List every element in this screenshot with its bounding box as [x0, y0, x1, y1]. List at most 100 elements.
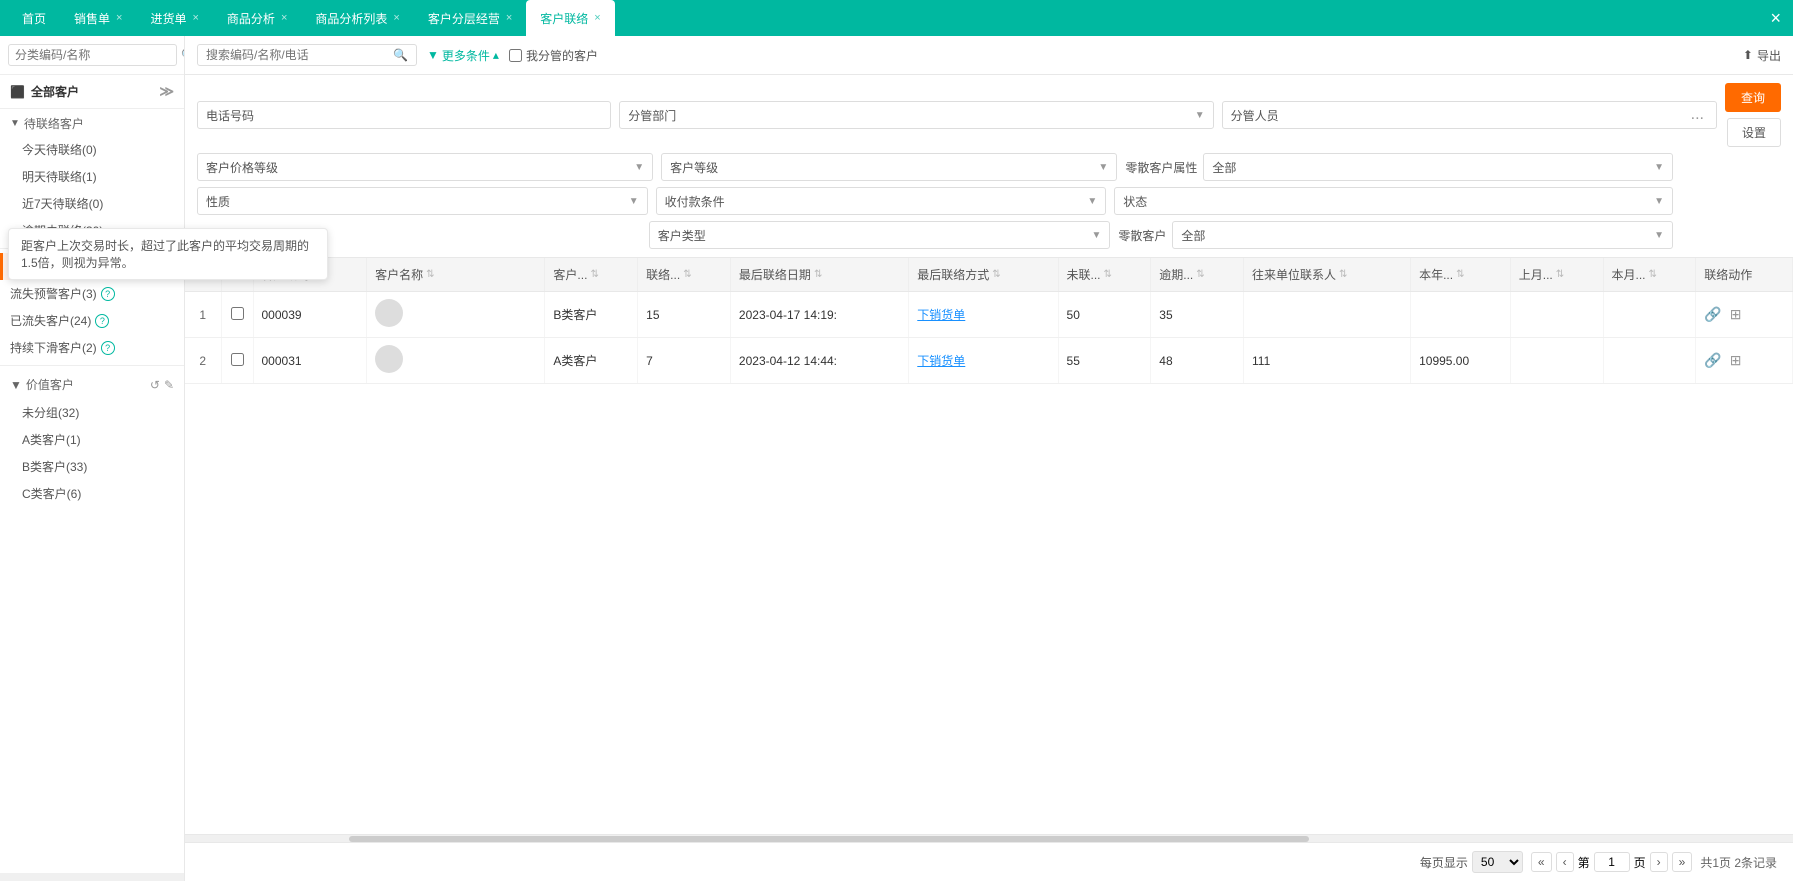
sort-uncontacted-icon[interactable]: ⇅	[1104, 269, 1112, 280]
sort-name-icon[interactable]: ⇅	[426, 269, 434, 280]
value-group-edit-icon[interactable]: ✎	[164, 378, 174, 392]
sort-last-method-icon[interactable]: ⇅	[992, 269, 1000, 280]
nav-product-list-close[interactable]: ×	[393, 12, 399, 24]
nav-sales[interactable]: 销售单 ×	[60, 0, 136, 36]
sort-this-month-icon[interactable]: ⇅	[1649, 269, 1657, 280]
sidebar-scroll[interactable]	[0, 873, 184, 881]
row-1-unit-contact	[1244, 292, 1411, 338]
row-2-uncontacted: 55	[1058, 338, 1151, 384]
page-number-input[interactable]	[1594, 852, 1630, 872]
row-1-last-method[interactable]: 下销货单	[909, 292, 1058, 338]
sidebar-item-a-class[interactable]: A类客户(1)	[0, 426, 184, 453]
my-customers-check[interactable]	[509, 49, 522, 62]
sort-unit-contact-icon[interactable]: ⇅	[1339, 269, 1347, 280]
customer-type-field[interactable]: 客户类型 ▼	[649, 221, 1111, 249]
sort-type-icon[interactable]: ⇅	[590, 269, 598, 280]
gender-field[interactable]: 性质 ▼	[197, 187, 648, 215]
sidebar-item-c-class[interactable]: C类客户(6)	[0, 480, 184, 507]
main-search-icon[interactable]: 🔍	[393, 48, 408, 62]
price-level-field[interactable]: 客户价格等级 ▼	[197, 153, 653, 181]
phone-field[interactable]: 电话号码	[197, 101, 611, 129]
col-last-date: 最后联络日期 ⇅	[730, 258, 908, 292]
gender-arrow: ▼	[629, 196, 639, 207]
sidebar-item-tomorrow[interactable]: 明天待联络(1)	[0, 163, 184, 190]
nav-purchase[interactable]: 进货单 ×	[136, 0, 212, 36]
filter-row-1: 电话号码 分管部门 ▼ 分管人员 ... 查询 设置	[197, 83, 1781, 147]
more-conditions-button[interactable]: ▼ 更多条件 ▴	[427, 47, 499, 64]
row-1-name[interactable]	[367, 292, 545, 338]
sidebar-item-churn-warning[interactable]: 流失预警客户(3) ?	[0, 280, 184, 307]
col-name: 客户名称 ⇅	[367, 258, 545, 292]
window-close-button[interactable]: ×	[1770, 8, 1781, 29]
customer-level-field[interactable]: 客户等级 ▼	[661, 153, 1117, 181]
nav-sales-close[interactable]: ×	[116, 12, 122, 24]
sidebar-item-today[interactable]: 今天待联络(0)	[0, 136, 184, 163]
sidebar-item-7days[interactable]: 近7天待联络(0)	[0, 190, 184, 217]
row-2-grid-icon[interactable]: ⊞	[1730, 352, 1742, 369]
churned-help-icon[interactable]: ?	[95, 314, 109, 328]
main-search-input[interactable]	[206, 48, 389, 62]
nav-customer-contact[interactable]: 客户联络 ×	[526, 0, 614, 36]
row-1-grid-icon[interactable]: ⊞	[1730, 306, 1742, 323]
page-size-select-input[interactable]: 50 100	[1472, 851, 1523, 873]
retail-customer-field[interactable]: 全部 ▼	[1172, 221, 1673, 249]
sidebar-item-churned[interactable]: 已流失客户(24) ?	[0, 307, 184, 334]
retail-attr-field[interactable]: 全部 ▼	[1203, 153, 1673, 181]
row-2-action: 🔗 ⊞	[1696, 338, 1793, 384]
row-1-action: 🔗 ⊞	[1696, 292, 1793, 338]
sort-last-date-icon[interactable]: ⇅	[814, 269, 822, 280]
sidebar-item-ungrouped[interactable]: 未分组(32)	[0, 399, 184, 426]
nav-customer-contact-close[interactable]: ×	[594, 12, 600, 24]
nav-product-analysis[interactable]: 商品分析 ×	[213, 0, 301, 36]
row-2-avatar	[375, 345, 403, 373]
value-group-title[interactable]: ▼ 价值客户 ↺ ✎	[0, 370, 184, 399]
declining-help-icon[interactable]: ?	[101, 341, 115, 355]
status-field[interactable]: 状态 ▼	[1114, 187, 1673, 215]
sort-contact-icon[interactable]: ⇅	[683, 269, 691, 280]
next-page-button[interactable]: ›	[1650, 852, 1668, 872]
last-page-button[interactable]: »	[1672, 852, 1693, 872]
horizontal-scrollbar[interactable]	[185, 834, 1793, 842]
col-this-year: 本年... ⇅	[1411, 258, 1511, 292]
query-button[interactable]: 查询	[1725, 83, 1781, 112]
nav-product-list[interactable]: 商品分析列表 ×	[301, 0, 413, 36]
my-customers-checkbox[interactable]: 我分管的客户	[509, 47, 598, 64]
set-button[interactable]: 设置	[1727, 118, 1781, 147]
prev-page-button[interactable]: ‹	[1556, 852, 1574, 872]
value-group-refresh-icon[interactable]: ↺	[150, 378, 160, 392]
row-1-link-icon[interactable]: 🔗	[1704, 306, 1721, 323]
export-button[interactable]: ⬆ 导出	[1743, 47, 1781, 64]
table-body: 1 000039 B类客户 15 2023-04-17 14:19: 下销货单	[185, 292, 1793, 384]
row-2-last-method[interactable]: 下销货单	[909, 338, 1058, 384]
sort-overdue-icon[interactable]: ⇅	[1196, 269, 1204, 280]
first-page-button[interactable]: «	[1531, 852, 1552, 872]
sort-last-month-icon[interactable]: ⇅	[1556, 269, 1564, 280]
table-row: 1 000039 B类客户 15 2023-04-17 14:19: 下销货单	[185, 292, 1793, 338]
collapse-button[interactable]: ≫	[159, 83, 174, 100]
scroll-thumb[interactable]	[349, 836, 1309, 842]
row-2-checkbox[interactable]	[231, 353, 244, 366]
row-2-name[interactable]	[367, 338, 545, 384]
sort-this-year-icon[interactable]: ⇅	[1456, 269, 1464, 280]
nav-customer-tier[interactable]: 客户分层经营 ×	[414, 0, 526, 36]
nav-purchase-close[interactable]: ×	[192, 12, 198, 24]
person-field[interactable]: 分管人员 ...	[1222, 101, 1717, 129]
chevron-down-icon: ▴	[493, 48, 499, 62]
row-1-action-icons: 🔗 ⊞	[1704, 306, 1784, 323]
row-1-checkbox[interactable]	[231, 307, 244, 320]
col-type: 客户... ⇅	[545, 258, 638, 292]
dept-field[interactable]: 分管部门 ▼	[619, 101, 1213, 129]
nav-customer-tier-close[interactable]: ×	[506, 12, 512, 24]
all-customers-title[interactable]: ⬛ 全部客户 ≫	[0, 75, 184, 109]
nav-home[interactable]: 首页	[8, 0, 60, 36]
filter-row-2: 客户价格等级 ▼ 客户等级 ▼ 零散客户属性 全部 ▼	[197, 153, 1781, 181]
sidebar-item-declining[interactable]: 持续下滑客户(2) ?	[0, 334, 184, 361]
row-2-link-icon[interactable]: 🔗	[1704, 352, 1721, 369]
churn-warning-help-icon[interactable]: ?	[101, 287, 115, 301]
person-dots[interactable]: ...	[1687, 106, 1708, 124]
sidebar-item-b-class[interactable]: B类客户(33)	[0, 453, 184, 480]
nav-product-analysis-close[interactable]: ×	[281, 12, 287, 24]
sidebar-search-input[interactable]	[8, 44, 177, 66]
payment-field[interactable]: 收付款条件 ▼	[656, 187, 1107, 215]
pending-group-title[interactable]: ▼ 待联络客户	[0, 109, 184, 136]
